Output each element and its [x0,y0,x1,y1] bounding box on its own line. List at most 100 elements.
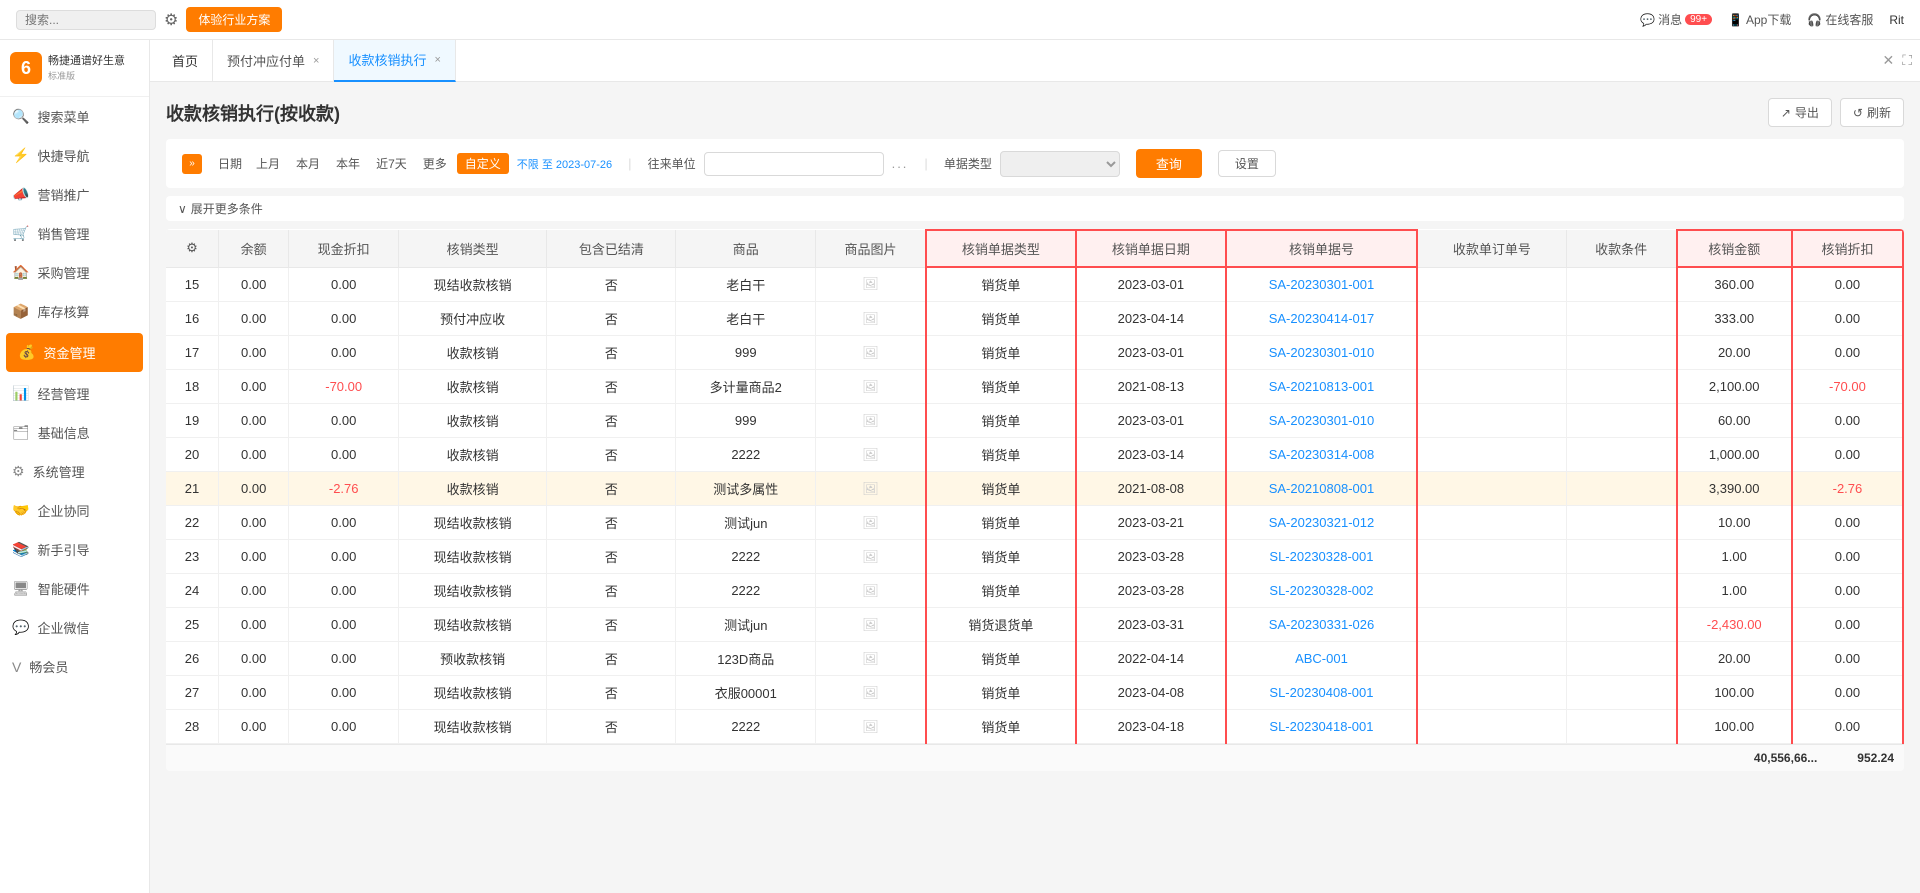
cell-verify-bill-no[interactable]: SL-20230408-001 [1226,676,1417,710]
page-title: 收款核销执行(按收款) [166,100,340,126]
message-icon: 💬 [1640,13,1655,27]
data-table-container: ⚙ 余额 现金折扣 核销类型 包含已结清 商品 商品图片 核销单据类型 核销单据… [166,229,1904,771]
cell-verify-bill-type: 销货单 [926,540,1076,574]
cell-verify-bill-no[interactable]: SA-20210813-001 [1226,370,1417,404]
th-gear[interactable]: ⚙ [166,230,218,267]
cell-receipt-order-no [1417,404,1566,438]
sidebar-item-label: 经营管理 [37,384,89,403]
app-download-item[interactable]: 📱 App下载 [1728,11,1791,28]
cell-verify-bill-no[interactable]: SL-20230328-002 [1226,574,1417,608]
cell-verify-discount: 0.00 [1792,506,1903,540]
search-input[interactable] [16,10,156,30]
maximize-icon[interactable]: ⛶ [1902,52,1912,69]
cell-receipt-order-no [1417,574,1566,608]
query-button[interactable]: 查询 [1136,149,1202,178]
messages-item[interactable]: 💬 消息 99+ [1640,11,1712,28]
cell-verify-amount: 20.00 [1677,336,1792,370]
sidebar-item-finance[interactable]: 💰 资金管理 [6,333,143,372]
table-row: 180.00-70.00收款核销否多计量商品2🖼销货单2021-08-13SA-… [166,370,1903,404]
sidebar-item-sales[interactable]: 🛒 销售管理 [0,214,149,253]
filter-collapse-button[interactable]: » [182,154,202,174]
th-balance: 余额 [218,230,289,267]
custom-date-btn[interactable]: 自定义 [457,153,509,174]
sidebar-item-quick-nav[interactable]: ⚡ 快捷导航 [0,136,149,175]
tab-prepay[interactable]: 预付冲应付单 × [213,40,334,82]
partner-filter-label: 往来单位 [648,155,696,172]
table-footer: 40,556,66... 952.24 [166,744,1904,771]
bill-type-select[interactable] [1000,151,1120,177]
cell-verify-bill-type: 销货单 [926,267,1076,302]
cell-verify-bill-type: 销货单 [926,336,1076,370]
recent7-btn[interactable]: 近7天 [370,153,413,174]
filter-settings-button[interactable]: 设置 [1218,150,1276,177]
cell-verify-amount: 1.00 [1677,574,1792,608]
cell-verify-bill-no[interactable]: SA-20230301-010 [1226,404,1417,438]
sidebar-item-wechat[interactable]: 💬 企业微信 [0,608,149,647]
export-icon: ↗ [1781,106,1791,120]
cell-balance: 0.00 [218,438,289,472]
tab-receive[interactable]: 收款核销执行 × [334,40,455,82]
cell-verify-bill-date: 2023-03-01 [1076,336,1226,370]
more-btn[interactable]: 更多 [417,153,453,174]
settings-icon[interactable]: ⚙ [164,10,178,30]
cell-cash-discount: 0.00 [289,574,398,608]
cell-receipt-order-no [1417,438,1566,472]
sidebar-item-hardware[interactable]: 🖥 智能硬件 [0,569,149,608]
sidebar-item-guide[interactable]: 📚 新手引导 [0,530,149,569]
cell-product: 123D商品 [676,642,816,676]
cell-verify-bill-no[interactable]: SA-20230414-017 [1226,302,1417,336]
inventory-icon: 📦 [12,303,29,320]
close-window-icon[interactable]: ✕ [1882,52,1894,69]
cell-verify-bill-no[interactable]: SA-20230331-026 [1226,608,1417,642]
sidebar-item-enterprise[interactable]: 🤝 企业协同 [0,491,149,530]
cell-num: 17 [166,336,218,370]
sidebar-item-search[interactable]: 🔍 搜索菜单 [0,97,149,136]
refresh-icon: ↺ [1853,106,1863,120]
online-service-item[interactable]: 🎧 在线客服 [1807,11,1873,28]
cell-verify-bill-no[interactable]: ABC-001 [1226,642,1417,676]
expand-more-bar[interactable]: ∨ 展开更多条件 [166,196,1904,221]
partner-dots[interactable]: ... [892,156,909,171]
cell-verify-bill-no[interactable]: SL-20230418-001 [1226,710,1417,744]
cell-verify-amount: 60.00 [1677,404,1792,438]
sidebar-item-operations[interactable]: 📊 经营管理 [0,374,149,413]
cell-verify-bill-no[interactable]: SA-20210808-001 [1226,472,1417,506]
sidebar-item-purchase[interactable]: 🏠 采购管理 [0,253,149,292]
refresh-button[interactable]: ↺ 刷新 [1840,98,1904,127]
sidebar-item-marketing[interactable]: 📣 营销推广 [0,175,149,214]
cell-verify-bill-no[interactable]: SA-20230301-010 [1226,336,1417,370]
cell-verify-bill-no[interactable]: SA-20230321-012 [1226,506,1417,540]
last-month-btn[interactable]: 上月 [250,153,286,174]
user-label[interactable]: Rit [1889,13,1904,27]
tab-home[interactable]: 首页 [158,40,213,82]
footer-verify-amount-val: 40,556,66... [1754,751,1817,765]
cell-verify-type: 收款核销 [398,404,546,438]
filter-divider2: | [924,156,927,171]
sidebar-item-vip[interactable]: V 畅会员 [0,647,149,686]
date-range-label: 不限 至 2023-07-26 [517,156,612,172]
this-year-btn[interactable]: 本年 [330,153,366,174]
tab-bar: 首页 预付冲应付单 × 收款核销执行 × ✕ ⛶ [150,40,1920,82]
sidebar-item-basic[interactable]: 🗂 基础信息 [0,413,149,452]
logo-text-area: 畅捷通谱好生意 标准版 [48,54,125,81]
this-month-btn[interactable]: 本月 [290,153,326,174]
sidebar-item-system[interactable]: ⚙ 系统管理 [0,452,149,491]
cell-verify-bill-no[interactable]: SA-20230314-008 [1226,438,1417,472]
cell-verify-amount: 1,000.00 [1677,438,1792,472]
cell-verify-bill-no[interactable]: SA-20230301-001 [1226,267,1417,302]
cell-balance: 0.00 [218,336,289,370]
partner-input[interactable] [704,152,884,176]
tab-receive-close[interactable]: × [434,54,440,66]
cell-verify-bill-no[interactable]: SL-20230328-001 [1226,540,1417,574]
cell-cash-discount: 0.00 [289,642,398,676]
tab-prepay-label: 预付冲应付单 [227,51,305,70]
industry-solution-button[interactable]: 体验行业方案 [186,7,282,32]
tab-prepay-close[interactable]: × [313,55,319,67]
sidebar-item-inventory[interactable]: 📦 库存核算 [0,292,149,331]
guide-icon: 📚 [12,541,29,558]
export-button[interactable]: ↗ 导出 [1768,98,1832,127]
table-row: 240.000.00现结收款核销否2222🖼销货单2023-03-28SL-20… [166,574,1903,608]
cell-verify-bill-type: 销货单 [926,472,1076,506]
cell-num: 15 [166,267,218,302]
sidebar-item-label: 畅会员 [29,657,68,676]
